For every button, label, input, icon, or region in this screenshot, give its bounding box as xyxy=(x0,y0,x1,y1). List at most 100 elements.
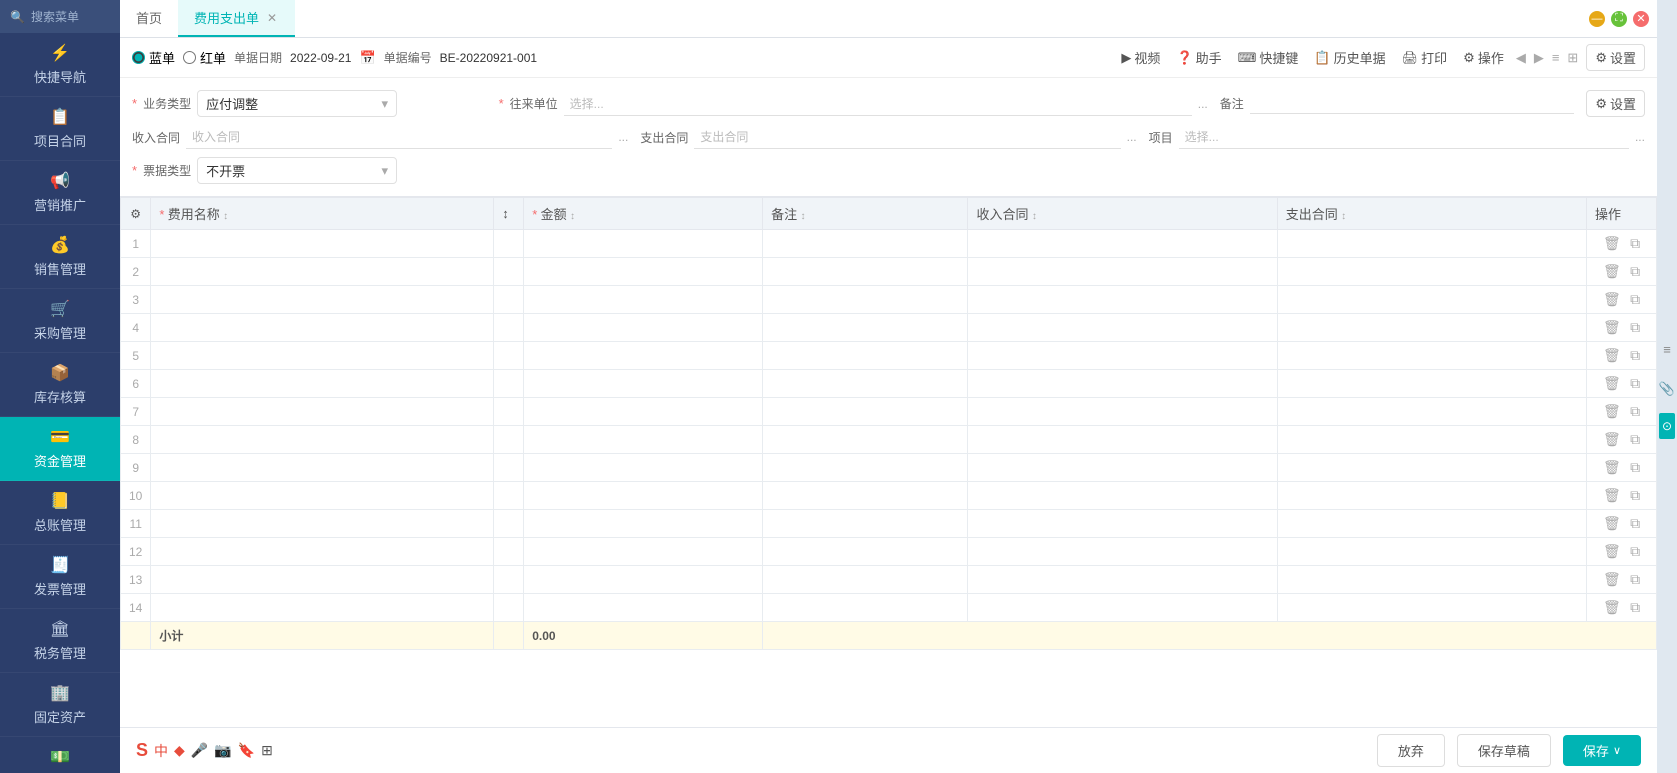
delete-icon-12[interactable]: 🗑 xyxy=(1600,543,1624,559)
copy-icon-2[interactable]: ⧉ xyxy=(1627,263,1643,279)
maximize-button[interactable]: ⛶ xyxy=(1611,11,1627,27)
sidebar-item-fixed-assets[interactable]: 🏢 固定资产 xyxy=(0,673,120,737)
cell-amount-13[interactable] xyxy=(524,566,763,594)
discard-button[interactable]: 放弃 xyxy=(1377,734,1445,767)
copy-icon-5[interactable]: ⧉ xyxy=(1627,347,1643,363)
cell-note-4[interactable] xyxy=(763,314,968,342)
cell-amount-4[interactable] xyxy=(524,314,763,342)
settings-btn-2[interactable]: ⚙ 设置 xyxy=(1586,90,1645,117)
cell-expense-contract-14[interactable] xyxy=(1277,594,1586,622)
cell-income-contract-4[interactable] xyxy=(968,314,1277,342)
nav-prev[interactable]: ◀ xyxy=(1516,50,1526,66)
cell-expense-contract-6[interactable] xyxy=(1277,370,1586,398)
copy-icon-4[interactable]: ⧉ xyxy=(1627,319,1643,335)
cell-expense-contract-12[interactable] xyxy=(1277,538,1586,566)
calendar-icon[interactable]: 📅 xyxy=(359,50,375,66)
sidebar-item-purchase[interactable]: 🛒 采购管理 xyxy=(0,289,120,353)
copy-icon-8[interactable]: ⧉ xyxy=(1627,431,1643,447)
view-list-icon[interactable]: ≡ xyxy=(1552,50,1560,65)
cell-amount-12[interactable] xyxy=(524,538,763,566)
delete-icon-9[interactable]: 🗑 xyxy=(1600,459,1624,475)
cell-expense-name-12[interactable] xyxy=(151,538,494,566)
sidebar-item-quick-nav[interactable]: ⚡ 快捷导航 xyxy=(0,33,120,97)
cell-expense-name-6[interactable] xyxy=(151,370,494,398)
copy-icon-14[interactable]: ⧉ xyxy=(1627,599,1643,615)
income-contract-dots[interactable]: ... xyxy=(618,130,628,144)
chinese-icon[interactable]: 中 xyxy=(154,741,168,761)
sidebar-item-inventory[interactable]: 📦 库存核算 xyxy=(0,353,120,417)
delete-icon-7[interactable]: 🗑 xyxy=(1600,403,1624,419)
cell-amount-6[interactable] xyxy=(524,370,763,398)
mic-icon[interactable]: 🎤 xyxy=(191,742,208,759)
cell-note-9[interactable] xyxy=(763,454,968,482)
cell-expense-name-2[interactable] xyxy=(151,258,494,286)
date-value[interactable]: 2022-09-21 xyxy=(290,51,351,65)
toolbar-shortcut[interactable]: ⌨ 快捷键 xyxy=(1234,46,1303,69)
cell-amount-2[interactable] xyxy=(524,258,763,286)
cell-income-contract-14[interactable] xyxy=(968,594,1277,622)
cell-expense-name-8[interactable] xyxy=(151,426,494,454)
delete-icon-10[interactable]: 🗑 xyxy=(1600,487,1624,503)
delete-icon-2[interactable]: 🗑 xyxy=(1600,263,1624,279)
copy-icon-11[interactable]: ⧉ xyxy=(1627,515,1643,531)
cell-amount-7[interactable] xyxy=(524,398,763,426)
cell-expense-name-10[interactable] xyxy=(151,482,494,510)
close-button[interactable]: ✕ xyxy=(1633,11,1649,27)
sort-icon-1[interactable]: ↕ xyxy=(223,211,228,222)
bookmark-icon[interactable]: 🔖 xyxy=(238,742,255,759)
sidebar-item-marketing[interactable]: 📢 营销推广 xyxy=(0,161,120,225)
cell-income-contract-13[interactable] xyxy=(968,566,1277,594)
cell-note-2[interactable] xyxy=(763,258,968,286)
copy-icon-9[interactable]: ⧉ xyxy=(1627,459,1643,475)
cell-note-12[interactable] xyxy=(763,538,968,566)
business-type-select[interactable]: 应付调整 ▾ xyxy=(197,90,397,117)
cell-income-contract-7[interactable] xyxy=(968,398,1277,426)
cell-expense-contract-8[interactable] xyxy=(1277,426,1586,454)
cell-note-5[interactable] xyxy=(763,342,968,370)
cell-expense-contract-5[interactable] xyxy=(1277,342,1586,370)
col-settings[interactable]: ⚙ xyxy=(121,198,151,230)
cell-note-8[interactable] xyxy=(763,426,968,454)
cell-expense-contract-2[interactable] xyxy=(1277,258,1586,286)
cell-amount-11[interactable] xyxy=(524,510,763,538)
copy-icon-12[interactable]: ⧉ xyxy=(1627,543,1643,559)
delete-icon-1[interactable]: 🗑 xyxy=(1600,235,1624,251)
delete-icon-13[interactable]: 🗑 xyxy=(1600,571,1624,587)
sidebar-item-tax[interactable]: 🏛 税务管理 xyxy=(0,609,120,673)
cell-income-contract-6[interactable] xyxy=(968,370,1277,398)
copy-icon-1[interactable]: ⧉ xyxy=(1627,235,1643,251)
copy-icon-10[interactable]: ⧉ xyxy=(1627,487,1643,503)
cell-expense-contract-10[interactable] xyxy=(1277,482,1586,510)
cell-expense-contract-11[interactable] xyxy=(1277,510,1586,538)
expense-contract-input[interactable]: 支出合同 xyxy=(694,125,1120,149)
tab-expense-close[interactable]: ✕ xyxy=(265,11,279,25)
view-grid-icon[interactable]: ⊞ xyxy=(1567,50,1578,66)
cell-expense-contract-1[interactable] xyxy=(1277,230,1586,258)
sidebar-item-capital[interactable]: 💳 资金管理 xyxy=(0,417,120,481)
nav-next[interactable]: ▶ xyxy=(1534,50,1544,66)
save-draft-button[interactable]: 保存草稿 xyxy=(1457,734,1551,767)
col-sort[interactable]: ↕ xyxy=(494,198,524,230)
delete-icon-14[interactable]: 🗑 xyxy=(1600,599,1624,615)
s-icon[interactable]: S xyxy=(136,740,148,761)
copy-icon-13[interactable]: ⧉ xyxy=(1627,571,1643,587)
invoice-type-select[interactable]: 不开票 ▾ xyxy=(197,157,397,184)
cell-expense-name-14[interactable] xyxy=(151,594,494,622)
number-value[interactable]: BE-20220921-001 xyxy=(440,51,537,65)
cell-income-contract-9[interactable] xyxy=(968,454,1277,482)
note-input[interactable] xyxy=(1250,93,1575,114)
cell-income-contract-12[interactable] xyxy=(968,538,1277,566)
cell-expense-contract-9[interactable] xyxy=(1277,454,1586,482)
right-panel-icon-1[interactable]: ≡ xyxy=(1661,334,1673,365)
cell-expense-name-4[interactable] xyxy=(151,314,494,342)
settings-button[interactable]: ⚙ 设置 xyxy=(1586,44,1645,71)
cell-amount-10[interactable] xyxy=(524,482,763,510)
toolbar-ops[interactable]: ⚙ 操作 xyxy=(1459,46,1508,69)
cell-income-contract-2[interactable] xyxy=(968,258,1277,286)
sidebar-item-ledger[interactable]: 📒 总账管理 xyxy=(0,481,120,545)
cell-note-10[interactable] xyxy=(763,482,968,510)
sort-icon-2[interactable]: ↕ xyxy=(570,211,575,222)
cell-expense-contract-7[interactable] xyxy=(1277,398,1586,426)
counterparty-input[interactable]: 选择... xyxy=(564,92,1192,116)
toolbar-video[interactable]: ▶ 视频 xyxy=(1117,46,1164,69)
